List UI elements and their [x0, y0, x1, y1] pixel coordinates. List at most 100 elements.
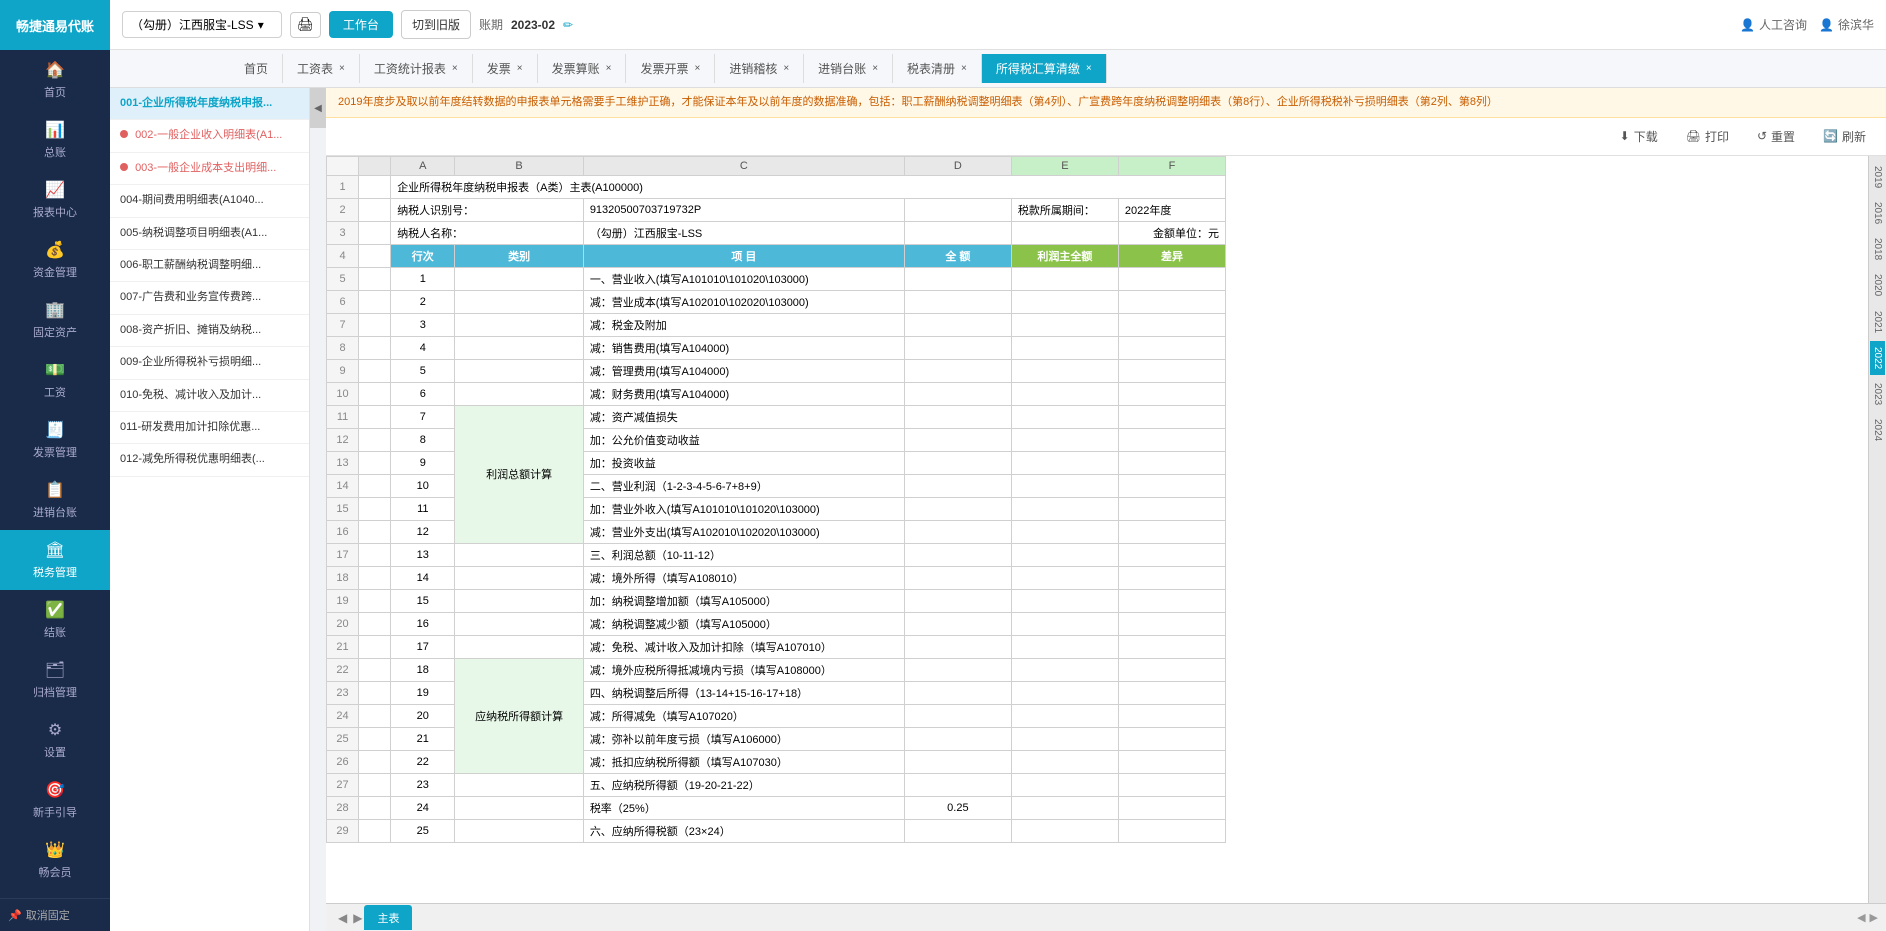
sidebar-item-report[interactable]: 📈 报表中心 — [0, 170, 110, 230]
spreadsheet-main[interactable]: A B C D E F 1 — [326, 156, 1868, 904]
sheet-nav-right[interactable]: ▶ — [353, 911, 362, 925]
guide-icon: 🎯 — [45, 780, 65, 800]
sidebar-item-ledger[interactable]: 📊 总账 — [0, 110, 110, 170]
year-2019[interactable]: 2019 — [1870, 160, 1885, 194]
left-item-012[interactable]: 012-减免所得税优惠明细表(... — [110, 444, 309, 476]
left-item-005[interactable]: 005-纳税调整项目明细表(A1... — [110, 218, 309, 250]
close-salary-tab[interactable]: × — [339, 63, 345, 74]
close-invoice-account-tab[interactable]: × — [606, 63, 612, 74]
left-panel: 001-企业所得税年度纳税申报... 002-一般企业收入明细表(A1... 0… — [110, 88, 310, 931]
close-invoice-issue-tab[interactable]: × — [694, 63, 700, 74]
sidebar-item-member[interactable]: 👑 畅会员 — [0, 830, 110, 890]
table-row: 7 3 减：税金及附加 — [327, 313, 1226, 336]
tab-invoice[interactable]: 发票 × — [473, 54, 538, 83]
row-num-3: 3 — [327, 221, 359, 244]
archive-icon: 🗂 — [45, 660, 65, 680]
tab-income-tax[interactable]: 所得税汇算清缴 × — [982, 54, 1107, 83]
sidebar-item-invoice[interactable]: 🧾 发票管理 — [0, 410, 110, 470]
year-2021[interactable]: 2021 — [1870, 305, 1885, 339]
tab-salary[interactable]: 工资表 × — [283, 54, 360, 83]
consult-button[interactable]: 👤 人工咨询 — [1740, 16, 1807, 33]
sidebar-item-guide[interactable]: 🎯 新手引导 — [0, 770, 110, 830]
close-invoice-tab[interactable]: × — [517, 63, 523, 74]
left-item-010[interactable]: 010-免税、减计收入及加计... — [110, 380, 309, 412]
scroll-right-icon[interactable]: ▶ — [1870, 911, 1878, 924]
left-item-009[interactable]: 009-企业所得税补亏损明细... — [110, 347, 309, 379]
left-item-007[interactable]: 007-广告费和业务宣传费跨... — [110, 282, 309, 314]
print-icon[interactable]: 🖨 — [290, 12, 321, 38]
left-item-002[interactable]: 002-一般企业收入明细表(A1... — [110, 120, 309, 152]
spreadsheet-table: A B C D E F 1 — [326, 156, 1226, 843]
col-header-C: C — [583, 156, 904, 175]
sidebar-item-archive[interactable]: 🗂 归档管理 — [0, 650, 110, 710]
row-num-4: 4 — [327, 244, 359, 267]
refresh-button[interactable]: 🔄 刷新 — [1815, 124, 1874, 149]
close-purchase-audit-tab[interactable]: × — [783, 63, 789, 74]
sidebar-unpin-button[interactable]: 📌 取消固定 — [0, 898, 110, 931]
sidebar-item-settings[interactable]: ⚙ 设置 — [0, 710, 110, 770]
sidebar-item-asset[interactable]: 🏢 固定资产 — [0, 290, 110, 350]
row-num-1: 1 — [327, 175, 359, 198]
year-2023[interactable]: 2023 — [1870, 377, 1885, 411]
tax-icon: 🏛 — [45, 540, 65, 560]
sidebar-item-close[interactable]: ✅ 结账 — [0, 590, 110, 650]
year-2016[interactable]: 2016 — [1870, 196, 1885, 230]
year-2018[interactable]: 2018 — [1870, 232, 1885, 266]
sidebar-item-purchase[interactable]: 📋 进销台账 — [0, 470, 110, 530]
tab-invoice-account[interactable]: 发票算账 × — [538, 54, 627, 83]
warning-bar: 2019年度步及取以前年度结转数据的申报表单元格需要手工维护正确，才能保证本年及… — [326, 88, 1886, 118]
tab-purchase-ledger[interactable]: 进销台账 × — [804, 54, 893, 83]
sidebar-item-tax[interactable]: 🏛 税务管理 — [0, 530, 110, 590]
user-menu[interactable]: 👤 徐滨华 — [1819, 16, 1874, 33]
company-name: （勾册）江西服宝-LSS — [131, 16, 254, 33]
left-item-003[interactable]: 003-一般企业成本支出明细... — [110, 153, 309, 185]
period-label: 账期 — [479, 16, 503, 33]
sheet-tab-main[interactable]: 主表 — [364, 905, 412, 930]
sidebar-item-fund[interactable]: 💰 资金管理 — [0, 230, 110, 290]
left-item-001[interactable]: 001-企业所得税年度纳税申报... — [110, 88, 309, 120]
left-item-004[interactable]: 004-期间费用明细表(A1040... — [110, 185, 309, 217]
sidebar-item-home[interactable]: 🏠 首页 — [0, 50, 110, 110]
left-item-011[interactable]: 011-研发费用加计扣除优惠... — [110, 412, 309, 444]
error-dot-002 — [120, 130, 128, 138]
year-2022[interactable]: 2022 — [1870, 341, 1885, 375]
year-2024[interactable]: 2024 — [1870, 413, 1885, 447]
tab-invoice-issue[interactable]: 发票开票 × — [626, 54, 715, 83]
tab-tax-clear[interactable]: 税表清册 × — [893, 54, 982, 83]
close-income-tax-tab[interactable]: × — [1086, 63, 1092, 74]
spreadsheet-container: A B C D E F 1 — [326, 156, 1886, 904]
workbench-button[interactable]: 工作台 — [329, 11, 393, 38]
col-xiangmu: 项 目 — [583, 244, 904, 267]
panel-collapse-button[interactable]: ◀ — [310, 88, 326, 128]
sidebar-item-salary[interactable]: 💵 工资 — [0, 350, 110, 410]
switch-version-button[interactable]: 切到旧版 — [401, 10, 471, 39]
tab-salary-report[interactable]: 工资统计报表 × — [360, 54, 473, 83]
tab-purchase-audit[interactable]: 进销稽核 × — [715, 54, 804, 83]
home-icon: 🏠 — [45, 60, 65, 80]
col-header-D: D — [904, 156, 1011, 175]
left-item-008[interactable]: 008-资产折旧、摊销及纳税... — [110, 315, 309, 347]
member-icon: 👑 — [45, 840, 65, 860]
tax-period-label: 税款所属期间： — [1011, 198, 1118, 221]
company-selector[interactable]: （勾册）江西服宝-LSS ▾ — [122, 11, 282, 38]
reset-icon: ↺ — [1757, 129, 1767, 143]
left-item-006[interactable]: 006-职工薪酬纳税调整明细... — [110, 250, 309, 282]
sheet-nav-left[interactable]: ◀ — [338, 911, 347, 925]
close-salary-report-tab[interactable]: × — [452, 63, 458, 74]
invoice-icon: 🧾 — [45, 420, 65, 440]
period-value: 2023-02 — [511, 18, 555, 32]
taxpayer-id-value: 91320500703719732P — [583, 198, 904, 221]
tab-home[interactable]: 首页 — [230, 54, 283, 83]
close-purchase-ledger-tab[interactable]: × — [872, 63, 878, 74]
close-tax-clear-tab[interactable]: × — [961, 63, 967, 74]
taxpayer-id-label: 纳税人识别号： — [391, 198, 584, 221]
col-header-E: E — [1011, 156, 1118, 175]
salary-icon: 💵 — [45, 360, 65, 380]
period-edit-icon[interactable]: ✏ — [563, 18, 573, 32]
print-button[interactable]: 🖨 打印 — [1678, 124, 1737, 149]
year-2020[interactable]: 2020 — [1870, 268, 1885, 302]
download-button[interactable]: ⬇ 下载 — [1612, 124, 1666, 149]
main-content: （勾册）江西服宝-LSS ▾ 🖨 工作台 切到旧版 账期 2023-02 ✏ 👤… — [110, 0, 1886, 931]
reset-button[interactable]: ↺ 重置 — [1749, 124, 1803, 149]
scroll-left-icon[interactable]: ◀ — [1857, 911, 1865, 924]
